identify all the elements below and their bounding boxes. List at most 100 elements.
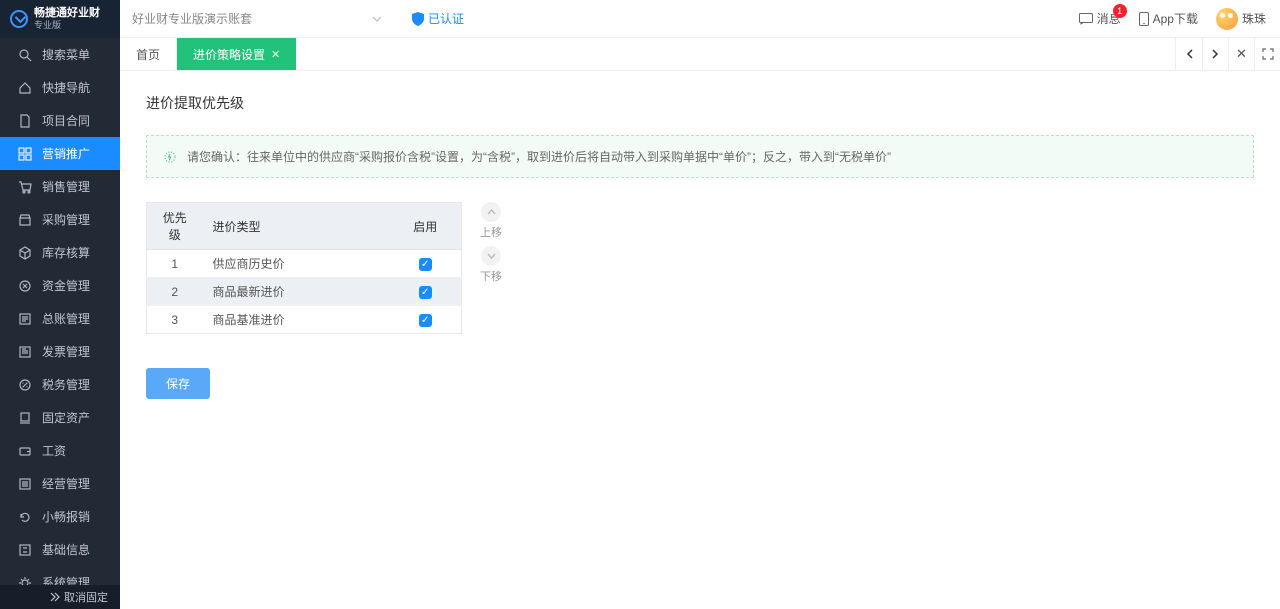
sidebar-item-8[interactable]: 总账管理: [0, 302, 120, 335]
list-icon: [18, 477, 32, 491]
username: 珠珠: [1242, 10, 1266, 27]
logo-icon: [10, 10, 28, 28]
seal-icon: [18, 411, 32, 425]
brand-logo: 畅捷通好业财 专业版: [0, 0, 120, 38]
move-down-button[interactable]: [481, 246, 501, 266]
cell-priority: 3: [147, 306, 203, 334]
sidebar-item-label: 项目合同: [42, 112, 90, 129]
file-icon: [18, 114, 32, 128]
sidebar-item-1[interactable]: 快捷导航: [0, 71, 120, 104]
messages-badge: 1: [1113, 4, 1127, 18]
sidebar-item-6[interactable]: 库存核算: [0, 236, 120, 269]
sidebar-item-label: 系统管理: [42, 574, 90, 585]
coin-icon: [18, 279, 32, 293]
sidebar-item-label: 经营管理: [42, 475, 90, 492]
save-button[interactable]: 保存: [146, 368, 210, 399]
header-actions: 消息 1 App下载 珠珠: [1079, 8, 1266, 30]
sidebar-item-label: 发票管理: [42, 343, 90, 360]
move-up-button[interactable]: [481, 202, 501, 222]
table-row[interactable]: 2商品最新进价 ✓: [147, 278, 462, 306]
pin-icon: [50, 592, 60, 602]
sidebar-item-label: 采购管理: [42, 211, 90, 228]
shop-icon: [18, 213, 32, 227]
tabs-next-button[interactable]: [1202, 38, 1228, 70]
fullscreen-button[interactable]: [1254, 38, 1280, 70]
sidebar-item-label: 小畅报销: [42, 508, 90, 525]
close-icon[interactable]: ✕: [271, 48, 280, 61]
sidebar-item-16[interactable]: 系统管理: [0, 566, 120, 585]
gear-icon: [18, 576, 32, 586]
tab-active-label: 进价策略设置: [193, 46, 265, 63]
move-down-label: 下移: [480, 268, 502, 284]
tab-home[interactable]: 首页: [120, 38, 177, 70]
search-icon: [18, 48, 32, 62]
cell-type: 商品最新进价: [203, 278, 390, 306]
messages-button[interactable]: 消息 1: [1079, 10, 1121, 27]
tabs-prev-button[interactable]: [1176, 38, 1202, 70]
sidebar-item-15[interactable]: 基础信息: [0, 533, 120, 566]
tab-price-strategy[interactable]: 进价策略设置 ✕: [177, 38, 296, 70]
sidebar-item-label: 固定资产: [42, 409, 90, 426]
ledger-icon: [18, 312, 32, 326]
user-menu[interactable]: 珠珠: [1216, 8, 1266, 30]
sidebar-item-14[interactable]: 小畅报销: [0, 500, 120, 533]
sidebar: 畅捷通好业财 专业版 搜索菜单快捷导航项目合同营销推广销售管理采购管理库存核算资…: [0, 0, 120, 609]
table-row[interactable]: 3商品基准进价✓: [147, 306, 462, 334]
wallet-icon: [18, 444, 32, 458]
verified-label: 已认证: [428, 10, 464, 27]
sidebar-item-label: 搜索菜单: [42, 46, 90, 63]
sidebar-item-5[interactable]: 采购管理: [0, 203, 120, 236]
phone-icon: [1139, 12, 1149, 26]
alert-text: 请您确认：往来单位中的供应商“采购报价含税”设置，为“含税”，取到进价后将自动带…: [187, 148, 891, 165]
header: 好业财专业版演示账套 已认证 消息 1 App下载 珠珠: [120, 0, 1280, 38]
content-area: 进价提取优先级 请您确认：往来单位中的供应商“采购报价含税”设置，为“含税”，取…: [120, 71, 1280, 609]
box-icon: [18, 246, 32, 260]
tabs-controls: ✕: [1175, 38, 1280, 70]
cell-type: 供应商历史价: [203, 250, 390, 278]
receipt-icon: [18, 345, 32, 359]
sidebar-item-2[interactable]: 项目合同: [0, 104, 120, 137]
sidebar-item-12[interactable]: 工资: [0, 434, 120, 467]
tabs-close-all-button[interactable]: ✕: [1228, 38, 1254, 70]
sidebar-item-0[interactable]: 搜索菜单: [0, 38, 120, 71]
sidebar-item-10[interactable]: 税务管理: [0, 368, 120, 401]
info-alert: 请您确认：往来单位中的供应商“采购报价含税”设置，为“含税”，取到进价后将自动带…: [146, 135, 1254, 178]
col-priority: 优先级: [147, 203, 203, 250]
sidebar-item-13[interactable]: 经营管理: [0, 467, 120, 500]
cell-enable: ✓: [390, 250, 462, 278]
sidebar-item-label: 总账管理: [42, 310, 90, 327]
tip-icon: [163, 150, 177, 164]
checkbox-enabled[interactable]: ✓: [419, 314, 432, 327]
sidebar-pin-toggle[interactable]: 取消固定: [0, 585, 120, 609]
tab-home-label: 首页: [136, 46, 160, 63]
cell-priority: 2: [147, 278, 203, 306]
grid-icon: [18, 147, 32, 161]
home-icon: [18, 81, 32, 95]
table-row[interactable]: 1供应商历史价 ✓: [147, 250, 462, 278]
sidebar-item-label: 资金管理: [42, 277, 90, 294]
brand-title: 畅捷通好业财: [34, 8, 100, 19]
cart-icon: [18, 180, 32, 194]
sidebar-item-9[interactable]: 发票管理: [0, 335, 120, 368]
sidebar-item-4[interactable]: 销售管理: [0, 170, 120, 203]
checkbox-enabled[interactable]: ✓: [419, 258, 432, 271]
sidebar-item-3[interactable]: 营销推广: [0, 137, 120, 170]
refresh-icon: [18, 510, 32, 524]
account-selector[interactable]: 好业财专业版演示账套: [132, 10, 382, 27]
chevron-down-icon: [372, 16, 382, 22]
sidebar-item-label: 库存核算: [42, 244, 90, 261]
cell-priority: 1: [147, 250, 203, 278]
sidebar-item-label: 工资: [42, 442, 66, 459]
sidebar-item-label: 营销推广: [42, 145, 90, 162]
checkbox-enabled[interactable]: ✓: [419, 286, 432, 299]
cell-enable: ✓: [390, 306, 462, 334]
col-enable: 启用: [390, 203, 462, 250]
sidebar-footer-label: 取消固定: [64, 589, 108, 605]
app-download-button[interactable]: App下载: [1139, 10, 1198, 27]
sidebar-item-7[interactable]: 资金管理: [0, 269, 120, 302]
sidebar-item-11[interactable]: 固定资产: [0, 401, 120, 434]
shield-icon: [412, 12, 424, 26]
page-title: 进价提取优先级: [146, 93, 1254, 113]
sidebar-item-label: 基础信息: [42, 541, 90, 558]
verified-badge: 已认证: [412, 10, 464, 27]
